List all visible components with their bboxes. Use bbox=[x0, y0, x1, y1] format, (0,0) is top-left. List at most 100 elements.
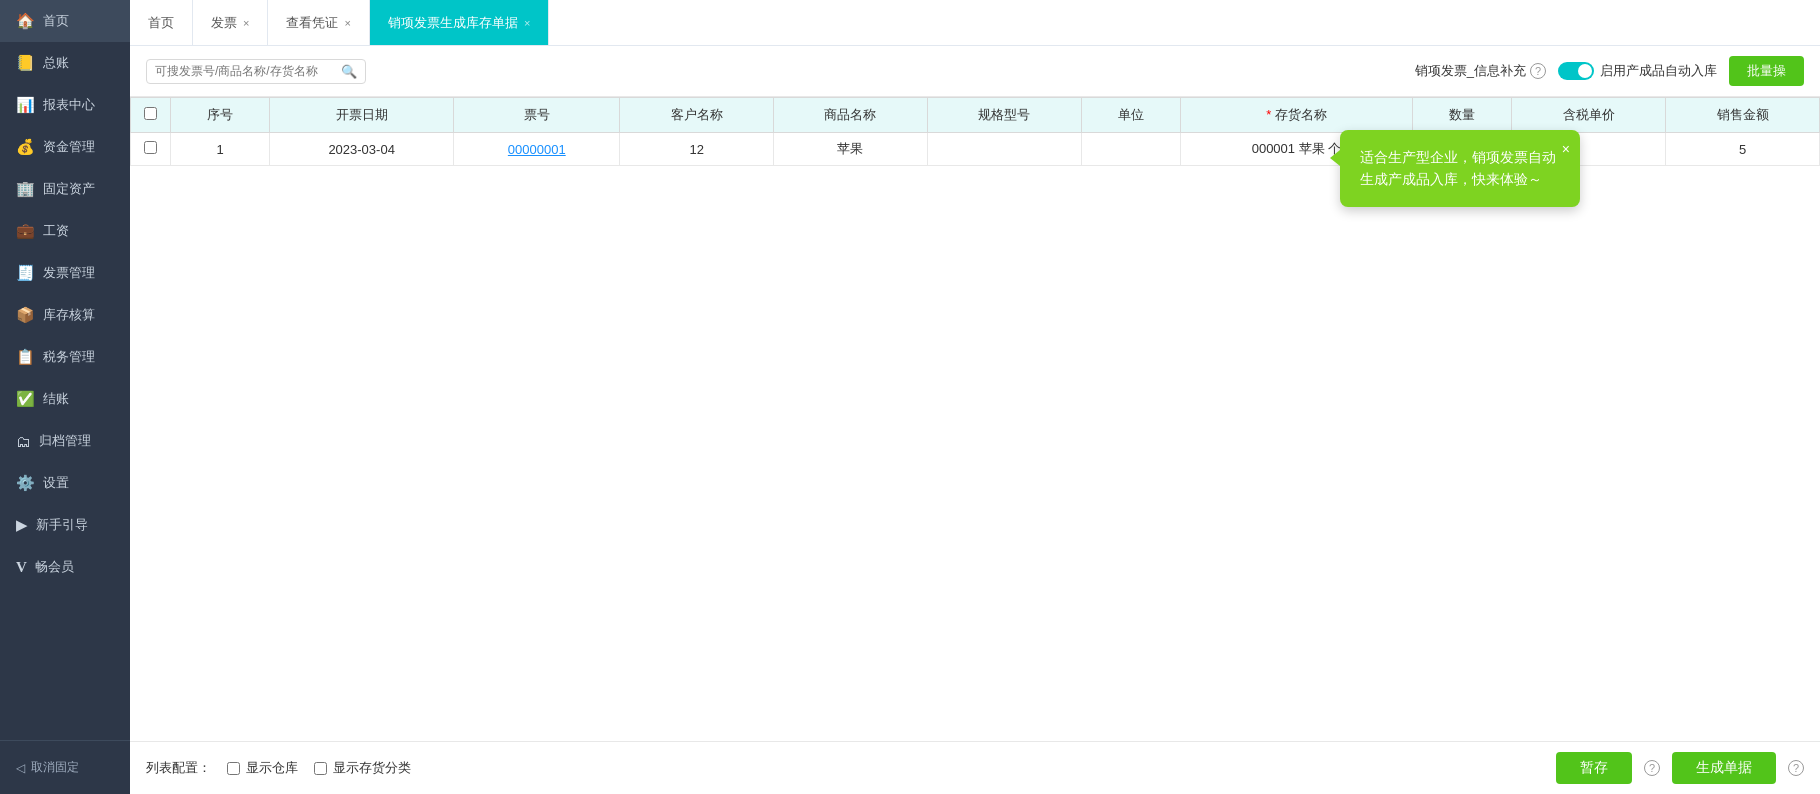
tooltip-close-button[interactable]: × bbox=[1562, 138, 1570, 160]
col-spec-model: 规格型号 bbox=[927, 98, 1081, 133]
cell-seq: 1 bbox=[171, 133, 270, 166]
sidebar-item-archive[interactable]: 🗂 归档管理 bbox=[0, 420, 130, 462]
sidebar-item-fixed-assets-label: 固定资产 bbox=[43, 180, 95, 198]
col-product-name: 商品名称 bbox=[774, 98, 928, 133]
bottom-buttons: 暂存 ? 生成单据 ? bbox=[1556, 752, 1804, 784]
sidebar-item-payroll-label: 工资 bbox=[43, 222, 69, 240]
list-config-label: 列表配置： bbox=[146, 759, 211, 777]
col-inventory-name: * 存货名称 bbox=[1180, 98, 1413, 133]
select-all-checkbox[interactable] bbox=[144, 107, 157, 120]
search-box[interactable]: 🔍 bbox=[146, 59, 366, 84]
cell-checkbox bbox=[131, 133, 171, 166]
sidebar-item-tax-management-label: 税务管理 bbox=[43, 348, 95, 366]
generate-button[interactable]: 生成单据 bbox=[1672, 752, 1776, 784]
sidebar-item-home[interactable]: 🏠 首页 bbox=[0, 0, 130, 42]
bottom-bar: 列表配置： 显示仓库 显示存货分类 暂存 ? 生成单据 ? bbox=[130, 741, 1820, 794]
sidebar-item-guide-label: 新手引导 bbox=[36, 516, 88, 534]
tooltip-arrow bbox=[1330, 150, 1340, 166]
inventory-icon: 📦 bbox=[16, 306, 35, 324]
info-help-icon[interactable]: ? bbox=[1530, 63, 1546, 79]
tab-invoice-label: 发票 bbox=[211, 14, 237, 32]
sidebar-item-inventory-check[interactable]: 📦 库存核算 bbox=[0, 294, 130, 336]
search-input[interactable] bbox=[155, 64, 335, 78]
cell-ticket-no: 00000001 bbox=[454, 133, 620, 166]
tab-sales-return[interactable]: 销项发票生成库存单据 × bbox=[370, 0, 549, 45]
sidebar-item-payroll[interactable]: 💼 工资 bbox=[0, 210, 130, 252]
table-header-row: 序号 开票日期 票号 客户名称 商品名称 规格型号 单位 * 存货名称 数量 含… bbox=[131, 98, 1820, 133]
tooltip-text: 适合生产型企业，销项发票自动生成产成品入库，快来体验～ bbox=[1360, 149, 1556, 187]
member-icon: V bbox=[16, 559, 27, 576]
sidebar-item-inventory-check-label: 库存核算 bbox=[43, 306, 95, 324]
cell-open-date: 2023-03-04 bbox=[269, 133, 453, 166]
tab-invoice[interactable]: 发票 × bbox=[193, 0, 268, 45]
sidebar: 🏠 首页 📒 总账 📊 报表中心 💰 资金管理 🏢 固定资产 💼 工资 🧾 发票… bbox=[0, 0, 130, 794]
tab-bar: 首页 发票 × 查看凭证 × 销项发票生成库存单据 × bbox=[130, 0, 1820, 46]
tab-sales-return-label: 销项发票生成库存单据 bbox=[388, 14, 518, 32]
row-checkbox[interactable] bbox=[144, 141, 157, 154]
info-label: 销项发票_信息补充 ? bbox=[1415, 62, 1546, 80]
toggle-wrapper: 启用产成品自动入库 bbox=[1558, 62, 1717, 80]
toolbar: 🔍 销项发票_信息补充 ? 启用产成品自动入库 批量操 bbox=[130, 46, 1820, 97]
col-open-date: 开票日期 bbox=[269, 98, 453, 133]
cell-product-name: 苹果 bbox=[774, 133, 928, 166]
col-customer-name: 客户名称 bbox=[620, 98, 774, 133]
sidebar-item-report-center[interactable]: 📊 报表中心 bbox=[0, 84, 130, 126]
batch-button[interactable]: 批量操 bbox=[1729, 56, 1804, 86]
col-sales-amount: 销售金额 bbox=[1666, 98, 1820, 133]
sidebar-item-general-ledger-label: 总账 bbox=[43, 54, 69, 72]
col-after-tax-price: 含税单价 bbox=[1512, 98, 1666, 133]
guide-icon: ▶ bbox=[16, 516, 28, 534]
assets-icon: 🏢 bbox=[16, 180, 35, 198]
sidebar-item-fund-management[interactable]: 💰 资金管理 bbox=[0, 126, 130, 168]
show-inventory-category-checkbox[interactable] bbox=[314, 762, 327, 775]
pin-icon: ◁ bbox=[16, 761, 25, 775]
report-icon: 📊 bbox=[16, 96, 35, 114]
sidebar-item-invoice-management[interactable]: 🧾 发票管理 bbox=[0, 252, 130, 294]
tab-sales-return-close[interactable]: × bbox=[524, 17, 530, 29]
sidebar-item-home-label: 首页 bbox=[43, 12, 69, 30]
tab-home[interactable]: 首页 bbox=[130, 0, 193, 45]
main-area: 首页 发票 × 查看凭证 × 销项发票生成库存单据 × 🔍 销项发票_信息补充 bbox=[130, 0, 1820, 794]
col-ticket-no: 票号 bbox=[454, 98, 620, 133]
info-label-text: 销项发票_信息补充 bbox=[1415, 62, 1526, 80]
show-inventory-category-label[interactable]: 显示存货分类 bbox=[314, 759, 411, 777]
sidebar-item-tax-management[interactable]: 📋 税务管理 bbox=[0, 336, 130, 378]
sidebar-item-fund-management-label: 资金管理 bbox=[43, 138, 95, 156]
tab-view-voucher-label: 查看凭证 bbox=[286, 14, 338, 32]
cell-spec-model bbox=[927, 133, 1081, 166]
tab-invoice-close[interactable]: × bbox=[243, 17, 249, 29]
home-icon: 🏠 bbox=[16, 12, 35, 30]
cell-unit bbox=[1081, 133, 1180, 166]
invoice-icon: 🧾 bbox=[16, 264, 35, 282]
toolbar-right: 销项发票_信息补充 ? 启用产成品自动入库 批量操 bbox=[1415, 56, 1804, 86]
sidebar-pin-label: 取消固定 bbox=[31, 759, 79, 776]
sidebar-item-fixed-assets[interactable]: 🏢 固定资产 bbox=[0, 168, 130, 210]
show-warehouse-text: 显示仓库 bbox=[246, 759, 298, 777]
fund-icon: 💰 bbox=[16, 138, 35, 156]
tab-view-voucher-close[interactable]: × bbox=[344, 17, 350, 29]
auto-stock-toggle[interactable] bbox=[1558, 62, 1594, 80]
sidebar-pin-toggle[interactable]: ◁ 取消固定 bbox=[0, 749, 130, 786]
col-quantity: 数量 bbox=[1413, 98, 1512, 133]
col-seq: 序号 bbox=[171, 98, 270, 133]
ledger-icon: 📒 bbox=[16, 54, 35, 72]
save-help-icon[interactable]: ? bbox=[1644, 760, 1660, 776]
sidebar-item-archive-label: 归档管理 bbox=[39, 432, 91, 450]
tax-icon: 📋 bbox=[16, 348, 35, 366]
show-warehouse-label[interactable]: 显示仓库 bbox=[227, 759, 298, 777]
ticket-no-link[interactable]: 00000001 bbox=[508, 142, 566, 157]
sidebar-item-guide[interactable]: ▶ 新手引导 bbox=[0, 504, 130, 546]
sidebar-item-general-ledger[interactable]: 📒 总账 bbox=[0, 42, 130, 84]
search-icon: 🔍 bbox=[341, 64, 357, 79]
tab-view-voucher[interactable]: 查看凭证 × bbox=[268, 0, 369, 45]
cell-customer-name: 12 bbox=[620, 133, 774, 166]
sidebar-item-member[interactable]: V 畅会员 bbox=[0, 546, 130, 588]
payroll-icon: 💼 bbox=[16, 222, 35, 240]
save-button[interactable]: 暂存 bbox=[1556, 752, 1632, 784]
generate-help-icon[interactable]: ? bbox=[1788, 760, 1804, 776]
sidebar-item-settlement[interactable]: ✅ 结账 bbox=[0, 378, 130, 420]
show-warehouse-checkbox[interactable] bbox=[227, 762, 240, 775]
col-checkbox bbox=[131, 98, 171, 133]
sidebar-item-settings[interactable]: ⚙️ 设置 bbox=[0, 462, 130, 504]
sidebar-item-settings-label: 设置 bbox=[43, 474, 69, 492]
